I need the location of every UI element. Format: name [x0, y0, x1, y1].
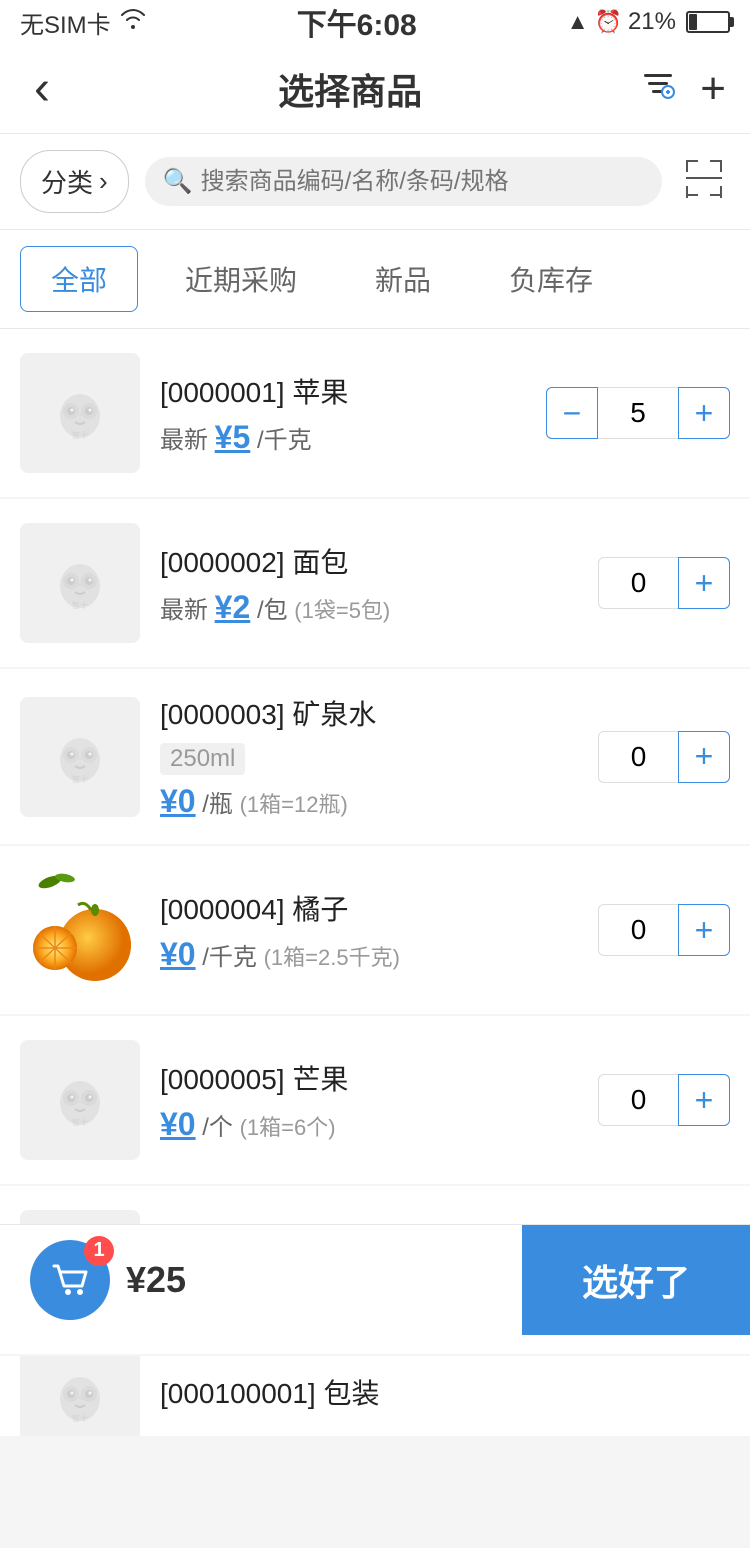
product-info-000100001: [000100001] 包装 — [160, 1372, 730, 1420]
qty-control-0000005: + — [598, 1074, 730, 1126]
qty-control-0000002: + — [598, 557, 730, 609]
product-name-0000005: [0000005] 芒果 — [160, 1058, 578, 1098]
filter-bar: 分类 › 🔍 — [0, 134, 750, 230]
product-item-0000003: 智十 [0000003] 矿泉水 250ml ¥0 /瓶 (1箱=12瓶) + — [0, 669, 750, 844]
qty-plus-0000005[interactable]: + — [678, 1074, 730, 1126]
product-name-0000001: [0000001] 苹果 — [160, 371, 526, 411]
location-icon: ▲ — [567, 9, 589, 35]
product-image-0000002: 智十 — [20, 523, 140, 643]
placeholder-owl-icon: 智十 — [45, 1361, 115, 1431]
placeholder-owl-icon: 智十 — [45, 548, 115, 618]
product-image-000100001: 智十 — [20, 1356, 140, 1436]
category-label: 分类 — [41, 163, 93, 200]
svg-text:智十: 智十 — [72, 774, 88, 784]
search-box: 🔍 — [145, 157, 662, 206]
product-price-0000002: 最新 ¥2 /包 (1袋=5包) — [160, 589, 578, 626]
qty-minus-0000001[interactable]: − — [546, 387, 598, 439]
status-right: ▲ ⏰ 21% — [567, 8, 730, 36]
product-image-0000001: 智十 — [20, 353, 140, 473]
tab-all[interactable]: 全部 — [20, 246, 138, 312]
svg-text:智十: 智十 — [72, 1117, 88, 1127]
search-input[interactable] — [201, 168, 644, 196]
svg-text:智十: 智十 — [72, 600, 88, 610]
search-icon: 🔍 — [163, 167, 193, 196]
status-time: 下午6:08 — [297, 0, 417, 44]
product-info-0000004: [0000004] 橘子 ¥0 /千克 (1箱=2.5千克) — [160, 888, 578, 973]
cart-button[interactable]: 1 — [30, 1240, 110, 1320]
category-button[interactable]: 分类 › — [20, 150, 129, 213]
product-image-0000005: 智十 — [20, 1040, 140, 1160]
tab-new[interactable]: 新品 — [344, 246, 462, 312]
cart-section: 1 ¥25 — [0, 1240, 522, 1320]
qty-input-0000005[interactable] — [598, 1074, 678, 1126]
add-button[interactable]: + — [700, 64, 726, 114]
product-spec-0000003: 250ml — [160, 743, 245, 775]
cart-icon — [48, 1258, 92, 1302]
alarm-icon: ⏰ — [595, 9, 622, 35]
product-image-0000004 — [20, 870, 140, 990]
qty-input-0000002[interactable] — [598, 557, 678, 609]
qty-input-0000004[interactable] — [598, 904, 678, 956]
qty-control-0000004: + — [598, 904, 730, 956]
qty-plus-0000003[interactable]: + — [678, 731, 730, 783]
product-item-0000002: 智十 [0000002] 面包 最新 ¥2 /包 (1袋=5包) + — [0, 499, 750, 667]
placeholder-owl-icon: 智十 — [45, 378, 115, 448]
page-title: 选择商品 — [278, 63, 422, 115]
qty-plus-0000002[interactable]: + — [678, 557, 730, 609]
tab-recent[interactable]: 近期采购 — [154, 246, 328, 312]
product-price-0000001: 最新 ¥5 /千克 — [160, 419, 526, 456]
orange-illustration — [20, 870, 140, 990]
product-item-0000005: 智十 [0000005] 芒果 ¥0 /个 (1箱=6个) + — [0, 1016, 750, 1184]
product-price-0000004: ¥0 /千克 (1箱=2.5千克) — [160, 936, 578, 973]
product-name-0000004: [0000004] 橘子 — [160, 888, 578, 928]
cart-badge: 1 — [84, 1236, 114, 1266]
nav-actions: + — [640, 64, 726, 114]
product-info-0000005: [0000005] 芒果 ¥0 /个 (1箱=6个) — [160, 1058, 578, 1143]
svg-text:智十: 智十 — [72, 1413, 88, 1423]
bottom-bar: 1 ¥25 选好了 — [0, 1224, 750, 1334]
product-name-0000002: [0000002] 面包 — [160, 541, 578, 581]
cart-total: ¥25 — [126, 1259, 186, 1301]
svg-text:智十: 智十 — [72, 430, 88, 440]
back-button[interactable]: ‹ — [24, 51, 60, 126]
nav-bar: ‹ 选择商品 + — [0, 44, 750, 134]
confirm-button[interactable]: 选好了 — [522, 1225, 750, 1335]
product-price-0000003: ¥0 /瓶 (1箱=12瓶) — [160, 783, 578, 820]
qty-plus-0000001[interactable]: + — [678, 387, 730, 439]
qty-control-0000001: − + — [546, 387, 730, 439]
product-item-0000004: [0000004] 橘子 ¥0 /千克 (1箱=2.5千克) + — [0, 846, 750, 1014]
qty-input-0000003[interactable] — [598, 731, 678, 783]
product-item-0000001: 智十 [0000001] 苹果 最新 ¥5 /千克 − + — [0, 329, 750, 497]
battery-icon — [686, 11, 730, 33]
product-info-0000003: [0000003] 矿泉水 250ml ¥0 /瓶 (1箱=12瓶) — [160, 693, 578, 820]
product-name-000100001: [000100001] 包装 — [160, 1372, 730, 1412]
qty-plus-0000004[interactable]: + — [678, 904, 730, 956]
placeholder-owl-icon: 智十 — [45, 722, 115, 792]
product-name-0000003: [0000003] 矿泉水 — [160, 693, 578, 733]
product-item-000100001: 智十 [000100001] 包装 — [0, 1356, 750, 1436]
tabs-bar: 全部 近期采购 新品 负库存 — [0, 230, 750, 329]
status-bar: 无SIM卡 下午6:08 ▲ ⏰ 21% — [0, 0, 750, 44]
carrier-label: 无SIM卡 — [20, 5, 111, 40]
placeholder-owl-icon: 智十 — [45, 1065, 115, 1135]
wifi-icon — [119, 8, 147, 36]
filter-button[interactable] — [640, 66, 676, 111]
product-price-0000005: ¥0 /个 (1箱=6个) — [160, 1106, 578, 1143]
category-arrow: › — [99, 166, 108, 197]
qty-control-0000003: + — [598, 731, 730, 783]
tab-negative[interactable]: 负库存 — [478, 246, 624, 312]
product-image-0000003: 智十 — [20, 697, 140, 817]
battery-percent: 21% — [628, 8, 676, 36]
status-left: 无SIM卡 — [20, 5, 147, 40]
product-info-0000002: [0000002] 面包 最新 ¥2 /包 (1袋=5包) — [160, 541, 578, 626]
qty-input-0000001[interactable] — [598, 387, 678, 439]
scan-button[interactable] — [678, 152, 730, 212]
product-info-0000001: [0000001] 苹果 最新 ¥5 /千克 — [160, 371, 526, 456]
